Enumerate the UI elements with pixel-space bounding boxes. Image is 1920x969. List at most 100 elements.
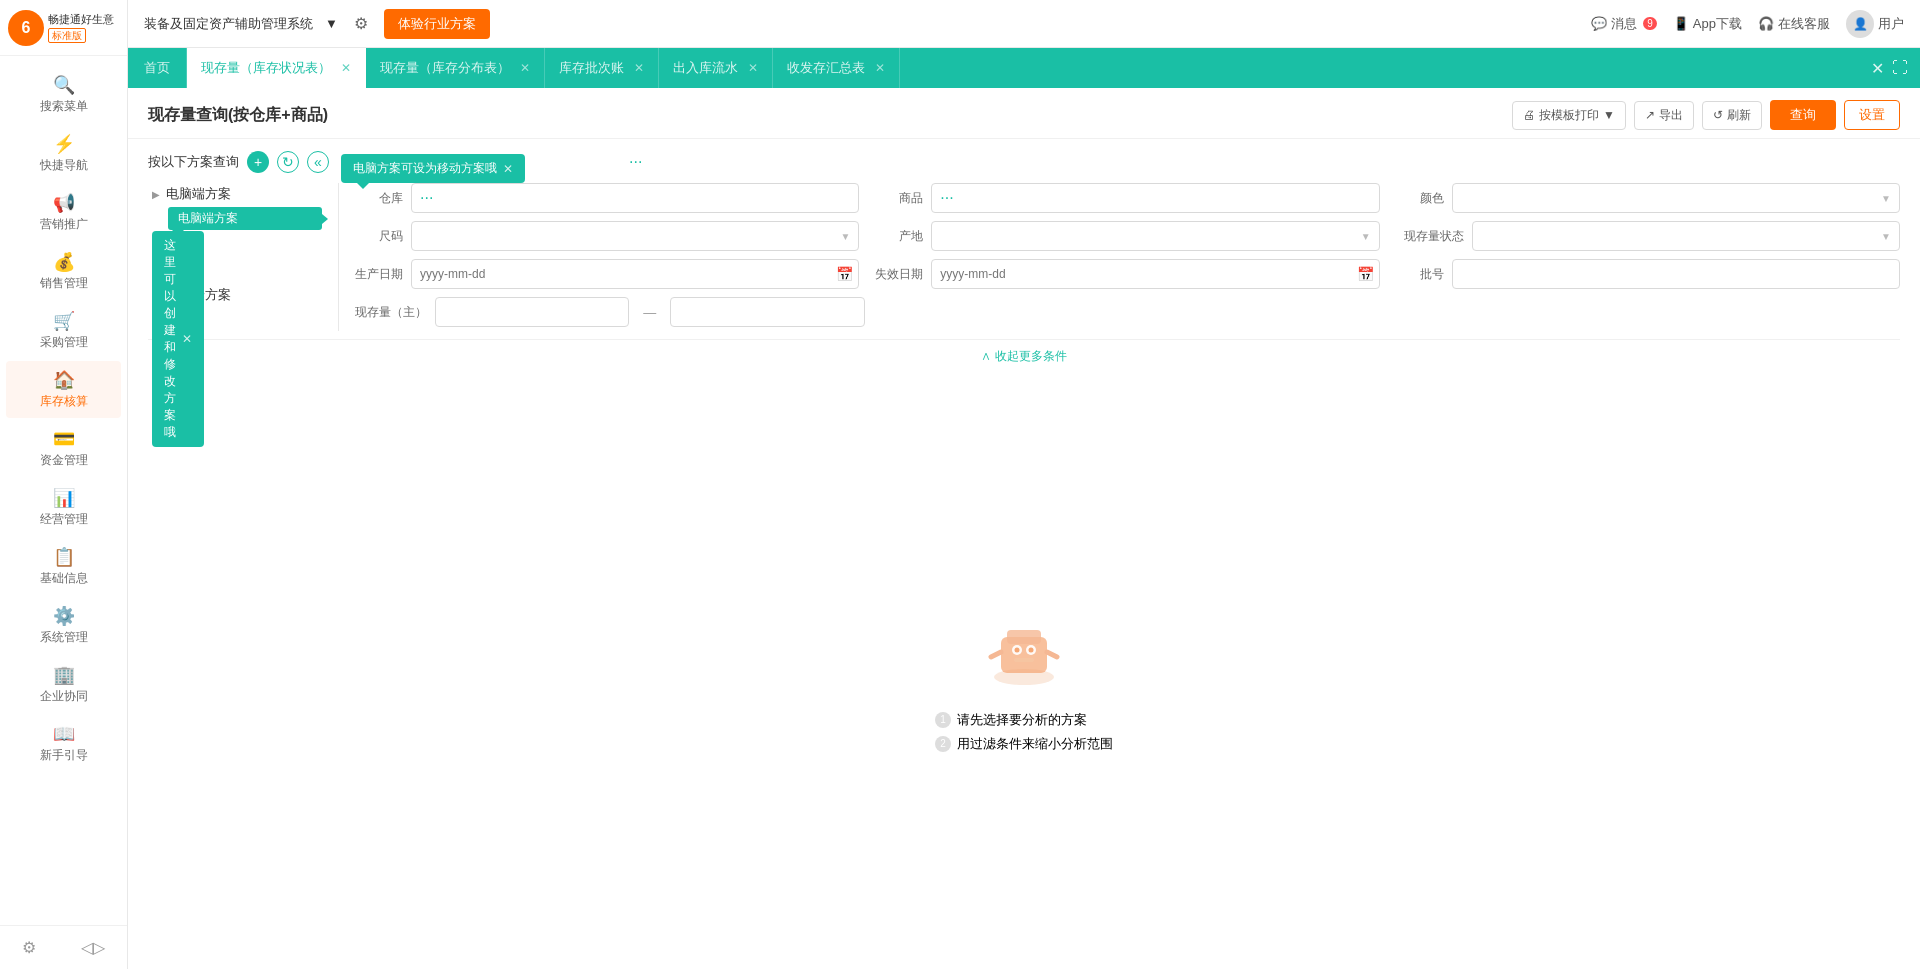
- sidebar-item-finance[interactable]: 💳 资金管理: [6, 420, 121, 477]
- step-num-2: 2: [935, 736, 951, 752]
- chevron-down-icon: ▼: [325, 16, 338, 31]
- tab-receive-summary[interactable]: 收发存汇总表 ✕: [773, 48, 900, 88]
- field-warehouse-label: 仓库: [355, 190, 403, 207]
- sidebar-item-purchase[interactable]: 🛒 采购管理: [6, 302, 121, 359]
- batch-input[interactable]: [1452, 259, 1900, 289]
- app-download-btn[interactable]: 📱 App下载: [1673, 15, 1742, 33]
- tab-fullscreen-btn[interactable]: ⛶: [1892, 59, 1908, 77]
- filter-refresh-btn[interactable]: ↻: [277, 151, 299, 173]
- empty-step-1: 1 请先选择要分析的方案: [935, 711, 1113, 729]
- guide-icon: 📖: [53, 723, 75, 745]
- sidebar-bottom: ⚙ ◁▷: [0, 925, 127, 969]
- field-size-control[interactable]: ▼: [411, 221, 859, 251]
- tooltip-scheme-close[interactable]: ✕: [503, 162, 513, 176]
- print-arrow-icon: ▼: [1603, 108, 1615, 122]
- tab-home[interactable]: 首页: [128, 48, 187, 88]
- goods-dots[interactable]: ···: [940, 189, 953, 207]
- settings-icon[interactable]: ⚙: [354, 14, 368, 33]
- sidebar-item-finance-label: 资金管理: [40, 452, 88, 469]
- industry-btn[interactable]: 体验行业方案: [384, 9, 490, 39]
- tab-inventory-distribution-label: 现存量（库存分布表）: [380, 59, 510, 77]
- size-dropdown-arrow: ▼: [840, 231, 850, 242]
- sidebar-item-basic[interactable]: 📋 基础信息: [6, 538, 121, 595]
- field-prod-date-label: 生产日期: [355, 266, 403, 283]
- tab-inout-flow[interactable]: 出入库流水 ✕: [659, 48, 773, 88]
- filter-arrow-btn[interactable]: «: [307, 151, 329, 173]
- user-btn[interactable]: 👤 用户: [1846, 10, 1904, 38]
- sidebar-item-system[interactable]: ⚙️ 系统管理: [6, 597, 121, 654]
- prod-date-input[interactable]: [411, 259, 859, 289]
- inventory-icon: 🏠: [53, 369, 75, 391]
- prod-date-calendar-icon[interactable]: 📅: [836, 266, 853, 282]
- tab-inventory-status[interactable]: 现存量（库存状况表） ✕: [187, 48, 366, 88]
- svg-rect-9: [1014, 658, 1034, 662]
- field-origin-label: 产地: [875, 228, 923, 245]
- empty-state: 1 请先选择要分析的方案 2 用过滤条件来缩小分析范围: [128, 385, 1920, 969]
- filter-more-dots[interactable]: ···: [629, 153, 642, 171]
- inventory-main-to[interactable]: [670, 297, 864, 327]
- tab-inout-flow-label: 出入库流水: [673, 59, 738, 77]
- tooltip-create-text: 这里可以创建和修改方案哦: [164, 237, 176, 441]
- sidebar: 6 畅捷通好生意 标准版 🔍 搜索菜单 ⚡ 快捷导航 📢 营销推广 💰 销售管理…: [0, 0, 128, 969]
- refresh-btn[interactable]: ↺ 刷新: [1702, 101, 1762, 130]
- field-color: 颜色 ▼: [1396, 183, 1900, 213]
- export-btn[interactable]: ↗ 导出: [1634, 101, 1694, 130]
- system-title: 装备及固定资产辅助管理系统: [144, 15, 313, 33]
- sidebar-item-inventory[interactable]: 🏠 库存核算: [6, 361, 121, 418]
- filter-header: 按以下方案查询 + ↻ « 电脑方案可设为移动方案哦 ✕ ···: [148, 151, 1900, 173]
- tab-home-label: 首页: [144, 59, 170, 77]
- enterprise-icon: 🏢: [53, 664, 75, 686]
- page-title: 现存量查询(按仓库+商品): [148, 105, 328, 126]
- tab-close-receive-summary[interactable]: ✕: [875, 61, 885, 75]
- filter-row-4: 现存量（主） —: [355, 297, 1900, 327]
- header-right: 💬 消息 9 📱 App下载 🎧 在线客服 👤 用户: [1591, 10, 1904, 38]
- main-area: 装备及固定资产辅助管理系统 ▼ ⚙ 体验行业方案 💬 消息 9 📱 App下载 …: [128, 0, 1920, 969]
- exp-date-calendar-icon[interactable]: 📅: [1357, 266, 1374, 282]
- sidebar-item-enterprise[interactable]: 🏢 企业协同: [6, 656, 121, 713]
- field-batch-label: 批号: [1396, 266, 1444, 283]
- print-btn[interactable]: 🖨 按模板打印 ▼: [1512, 101, 1626, 130]
- sidebar-collapse-btn[interactable]: ◁▷: [77, 934, 109, 961]
- sidebar-item-search[interactable]: 🔍 搜索菜单: [6, 66, 121, 123]
- step-num-1: 1: [935, 712, 951, 728]
- warehouse-dots[interactable]: ···: [420, 189, 433, 207]
- field-goods-control[interactable]: ···: [931, 183, 1379, 213]
- sidebar-item-sales[interactable]: 💰 销售管理: [6, 243, 121, 300]
- exp-date-input[interactable]: [931, 259, 1379, 289]
- exp-date-wrapper: 📅: [931, 259, 1379, 289]
- field-warehouse-control[interactable]: ···: [411, 183, 859, 213]
- operations-icon: 📊: [53, 487, 75, 509]
- field-size: 尺码 ▼: [355, 221, 859, 251]
- tab-close-batch-account[interactable]: ✕: [634, 61, 644, 75]
- online-support-btn[interactable]: 🎧 在线客服: [1758, 15, 1830, 33]
- reset-btn[interactable]: 设置: [1844, 100, 1900, 130]
- sidebar-settings-btn[interactable]: ⚙: [18, 934, 40, 961]
- support-icon: 🎧: [1758, 16, 1774, 31]
- refresh-icon: ↺: [1713, 108, 1723, 122]
- sidebar-item-guide[interactable]: 📖 新手引导: [6, 715, 121, 772]
- sidebar-item-quicknav[interactable]: ⚡ 快捷导航: [6, 125, 121, 182]
- tab-batch-account[interactable]: 库存批次账 ✕: [545, 48, 659, 88]
- system-selector[interactable]: ▼: [325, 16, 338, 31]
- field-inventory-status-control[interactable]: ▼: [1472, 221, 1900, 251]
- field-color-control[interactable]: ▼: [1452, 183, 1900, 213]
- filter-add-btn[interactable]: +: [247, 151, 269, 173]
- scheme-desktop-arrow[interactable]: ▶: [152, 189, 160, 200]
- tooltip-create-close[interactable]: ✕: [182, 332, 192, 346]
- marketing-icon: 📢: [53, 192, 75, 214]
- message-btn[interactable]: 💬 消息 9: [1591, 15, 1657, 33]
- basic-icon: 📋: [53, 546, 75, 568]
- collapse-bar[interactable]: ∧ 收起更多条件: [148, 339, 1900, 373]
- field-origin-control[interactable]: ▼: [931, 221, 1379, 251]
- tab-close-all-btn[interactable]: ✕: [1871, 59, 1884, 78]
- tab-close-inout-flow[interactable]: ✕: [748, 61, 758, 75]
- tab-close-inventory-distribution[interactable]: ✕: [520, 61, 530, 75]
- sidebar-item-operations[interactable]: 📊 经营管理: [6, 479, 121, 536]
- sidebar-item-marketing[interactable]: 📢 营销推广: [6, 184, 121, 241]
- inventory-main-from[interactable]: [435, 297, 629, 327]
- tab-inventory-distribution[interactable]: 现存量（库存分布表） ✕: [366, 48, 545, 88]
- scheme-active-tag[interactable]: 电脑端方案: [168, 207, 322, 230]
- tab-close-inventory-status[interactable]: ✕: [341, 61, 351, 75]
- sidebar-item-marketing-label: 营销推广: [40, 216, 88, 233]
- query-btn[interactable]: 查询: [1770, 100, 1836, 130]
